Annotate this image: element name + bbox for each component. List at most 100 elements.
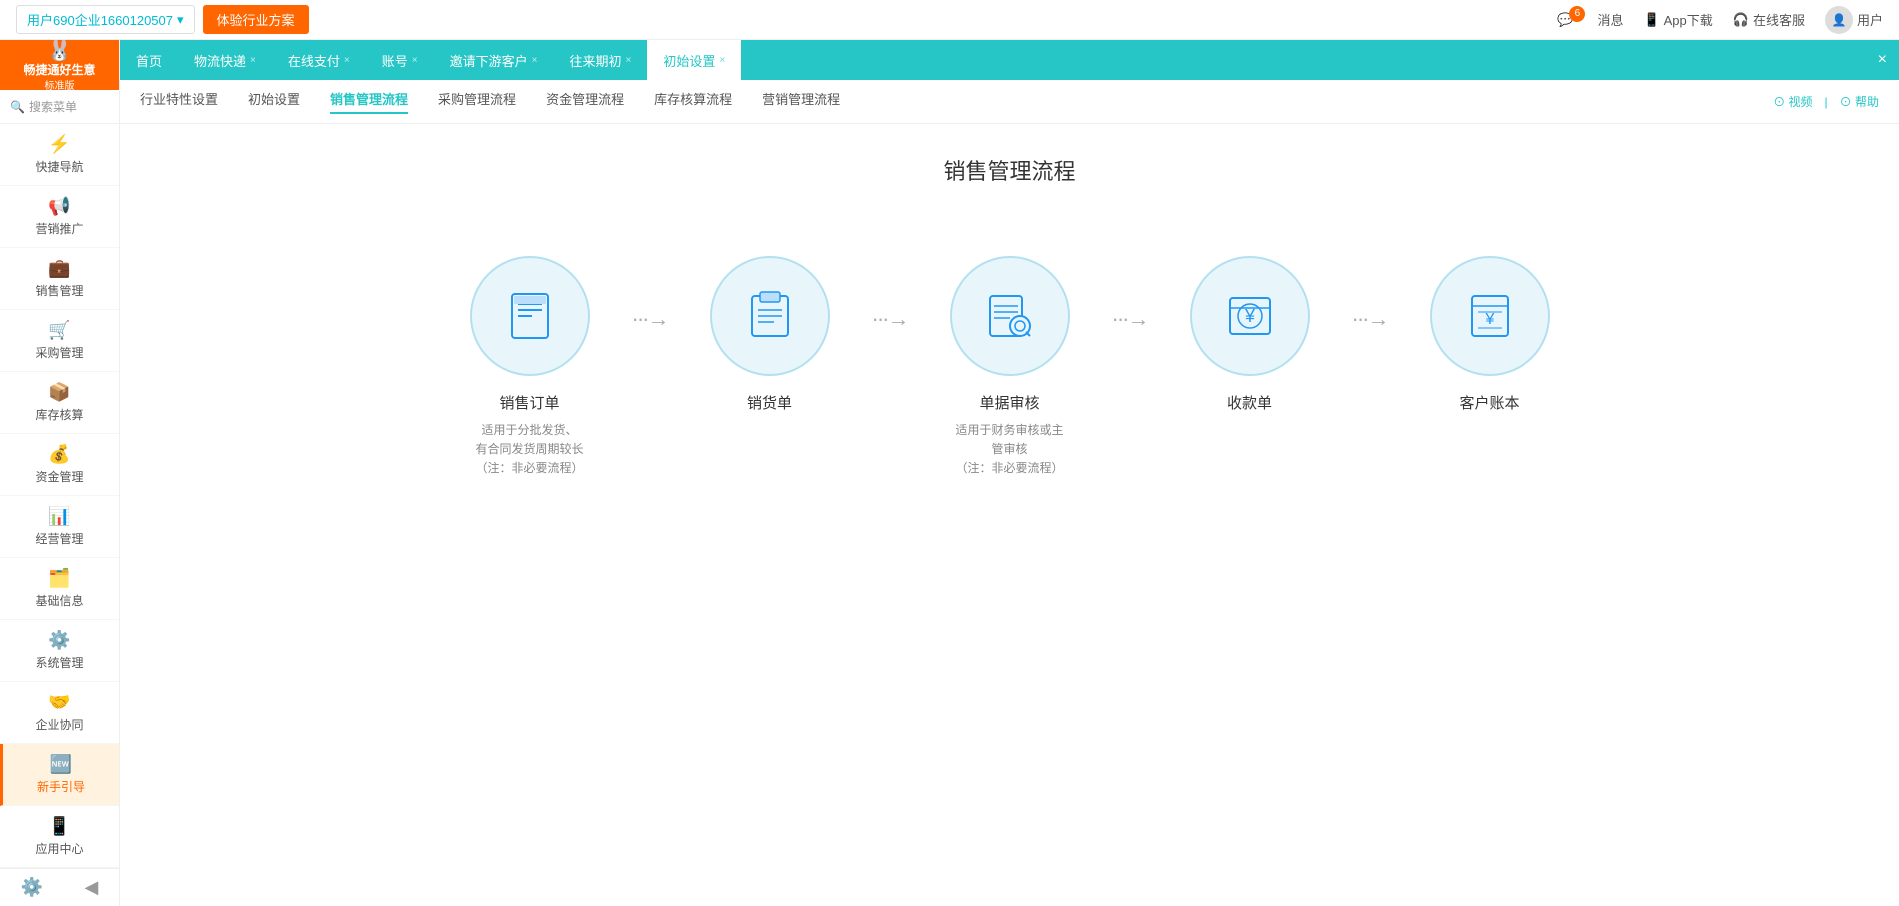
collab-icon: 🤝 — [48, 692, 70, 713]
stock-icon: 📦 — [48, 382, 70, 403]
nav-tab-account[interactable]: 账号 × — [366, 40, 434, 80]
step-order-name: 销售订单 — [499, 392, 559, 413]
sub-tab-init[interactable]: 初始设置 — [248, 89, 300, 114]
page-title: 销售管理流程 — [140, 154, 1879, 186]
collapse-icon[interactable]: ◀ — [84, 877, 98, 898]
purchase-icon: 🛒 — [48, 320, 70, 341]
sidebar-search[interactable]: 🔍 搜索菜单 — [0, 90, 119, 124]
search-box[interactable]: 🔍 搜索菜单 — [10, 98, 109, 115]
sidebar-item-label: 资金管理 — [35, 468, 83, 485]
nav-tab-home-label: 首页 — [136, 51, 162, 70]
sidebar-item-operation[interactable]: 📊 经营管理 — [0, 496, 119, 558]
sub-tab-industry-label: 行业特性设置 — [140, 92, 218, 107]
logo-text: 畅捷通好生意 — [23, 63, 95, 77]
nav-tab-payment[interactable]: 在线支付 × — [272, 40, 366, 80]
close-all-button[interactable]: × — [1866, 40, 1899, 80]
sidebar-item-guide[interactable]: 🆕 新手引导 — [0, 744, 119, 806]
sidebar-item-quick[interactable]: ⚡ 快捷导航 — [0, 124, 119, 186]
close-icon[interactable]: × — [344, 55, 350, 66]
sidebar-item-label: 系统管理 — [35, 654, 83, 671]
sub-tab-stock-flow[interactable]: 库存核算流程 — [654, 89, 732, 114]
sidebar-item-label: 经营管理 — [35, 530, 83, 547]
step-receipt-name: 收款单 — [1227, 392, 1272, 413]
search-icon: 🔍 — [10, 100, 25, 114]
nav-tab-init[interactable]: 初始设置 × — [647, 40, 741, 80]
sidebar-item-collab[interactable]: 🤝 企业协同 — [0, 682, 119, 744]
avatar: 👤 — [1825, 6, 1853, 34]
sub-tab-marketing-flow[interactable]: 营销管理流程 — [762, 89, 840, 114]
sidebar-item-stock[interactable]: 📦 库存核算 — [0, 372, 119, 434]
system-icon: ⚙️ — [48, 630, 70, 651]
sidebar-item-label: 快捷导航 — [35, 158, 83, 175]
video-help[interactable]: ⊙ 视频 — [1773, 93, 1812, 110]
sub-tab-stock-flow-label: 库存核算流程 — [654, 92, 732, 107]
sidebar-item-purchase[interactable]: 🛒 采购管理 — [0, 310, 119, 372]
flow-step-review[interactable]: 单据审核 适用于财务审核或主管审核（注：非必要流程） — [920, 256, 1100, 479]
basic-icon: 🗂️ — [48, 568, 70, 589]
finance-icon: 💰 — [48, 444, 70, 465]
sidebar-item-label: 营销推广 — [35, 220, 83, 237]
main-layout: 🐰 畅捷通好生意 标准版 🔍 搜索菜单 ⚡ 快捷导航 📢 营销推广 💼 — [0, 40, 1899, 906]
flow-circle-receipt: ¥ — [1190, 256, 1310, 376]
flow-step-ledger[interactable]: ¥ 客户账本 — [1400, 256, 1580, 421]
message-label: 消息 — [1597, 10, 1623, 29]
sub-tab-finance-flow[interactable]: 资金管理流程 — [546, 89, 624, 114]
flow-circle-ledger: ¥ — [1430, 256, 1550, 376]
sidebar-item-basic[interactable]: 🗂️ 基础信息 — [0, 558, 119, 620]
nav-tab-init-label: 初始设置 — [663, 51, 715, 70]
nav-tab-period[interactable]: 往来期初 × — [553, 40, 647, 80]
sub-tab-sales-flow[interactable]: 销售管理流程 — [330, 89, 408, 114]
close-icon[interactable]: × — [719, 55, 725, 66]
logo-icon: 🐰 — [47, 40, 72, 63]
sidebar-item-marketing[interactable]: 📢 营销推广 — [0, 186, 119, 248]
sidebar-item-label: 基础信息 — [35, 592, 83, 609]
sidebar-item-label: 新手引导 — [37, 778, 85, 795]
top-bar-left: 用户690企业1660120507 ▾ 体验行业方案 — [16, 5, 309, 34]
sidebar-item-sales[interactable]: 💼 销售管理 — [0, 248, 119, 310]
close-icon[interactable]: × — [412, 55, 418, 66]
step-ledger-name: 客户账本 — [1459, 392, 1519, 413]
sidebar-item-system[interactable]: ⚙️ 系统管理 — [0, 620, 119, 682]
sub-tabs-bar: 行业特性设置 初始设置 销售管理流程 采购管理流程 资金管理流程 库存核算流程 … — [120, 80, 1899, 124]
flow-diagram: 销售订单 适用于分批发货、有合同发货周期较长（注：非必要流程） ···→ — [140, 236, 1879, 499]
close-icon[interactable]: × — [625, 55, 631, 66]
flow-circle-review — [950, 256, 1070, 376]
svg-text:¥: ¥ — [1484, 311, 1494, 328]
quick-icon: ⚡ — [48, 134, 70, 155]
flow-step-order[interactable]: 销售订单 适用于分批发货、有合同发货周期较长（注：非必要流程） — [440, 256, 620, 479]
sub-tab-init-label: 初始设置 — [248, 92, 300, 107]
user-selector[interactable]: 用户690企业1660120507 ▾ — [16, 5, 195, 34]
sidebar-item-finance[interactable]: 💰 资金管理 — [0, 434, 119, 496]
gear-icon[interactable]: ⚙️ — [21, 877, 43, 898]
sidebar-item-appcenter[interactable]: 📱 应用中心 — [0, 806, 119, 868]
sidebar-item-label: 企业协同 — [35, 716, 83, 733]
app-download-item[interactable]: 📱 App下载 — [1643, 10, 1712, 29]
user-avatar-item[interactable]: 👤 用户 — [1825, 6, 1883, 34]
message-item[interactable]: 💬 6 消息 — [1557, 10, 1623, 29]
sub-tab-finance-flow-label: 资金管理流程 — [546, 92, 624, 107]
nav-tab-invite[interactable]: 邀请下游客户 × — [434, 40, 554, 80]
content-area: 首页 物流快递 × 在线支付 × 账号 × 邀请下游客户 × 往来期初 × — [120, 40, 1899, 906]
close-icon[interactable]: × — [250, 55, 256, 66]
sub-tab-industry[interactable]: 行业特性设置 — [140, 89, 218, 114]
flow-step-delivery[interactable]: 销货单 — [680, 256, 860, 421]
nav-tab-home[interactable]: 首页 — [120, 40, 178, 80]
sidebar: 🐰 畅捷通好生意 标准版 🔍 搜索菜单 ⚡ 快捷导航 📢 营销推广 💼 — [0, 40, 120, 906]
flow-step-receipt[interactable]: ¥ 收款单 — [1160, 256, 1340, 421]
top-bar-right: 💬 6 消息 📱 App下载 🎧 在线客服 👤 用户 — [1557, 6, 1883, 34]
phone-icon: 📱 — [1643, 12, 1659, 28]
experience-button[interactable]: 体验行业方案 — [203, 5, 309, 34]
text-help[interactable]: ⊙ 帮助 — [1840, 93, 1879, 110]
nav-tab-payment-label: 在线支付 — [288, 51, 340, 70]
online-service-item[interactable]: 🎧 在线客服 — [1733, 10, 1805, 29]
flow-arrow-3: ···→ — [1100, 256, 1160, 332]
step-order-desc: 适用于分批发货、有合同发货周期较长（注：非必要流程） — [475, 421, 583, 479]
close-icon[interactable]: × — [532, 55, 538, 66]
sub-tab-sales-flow-label: 销售管理流程 — [330, 92, 408, 107]
message-badge: 6 — [1569, 6, 1585, 22]
guide-icon: 🆕 — [50, 754, 72, 775]
sidebar-item-label: 应用中心 — [35, 840, 83, 857]
sub-tab-purchase-flow[interactable]: 采购管理流程 — [438, 89, 516, 114]
step-review-name: 单据审核 — [979, 392, 1039, 413]
nav-tab-logistics[interactable]: 物流快递 × — [178, 40, 272, 80]
